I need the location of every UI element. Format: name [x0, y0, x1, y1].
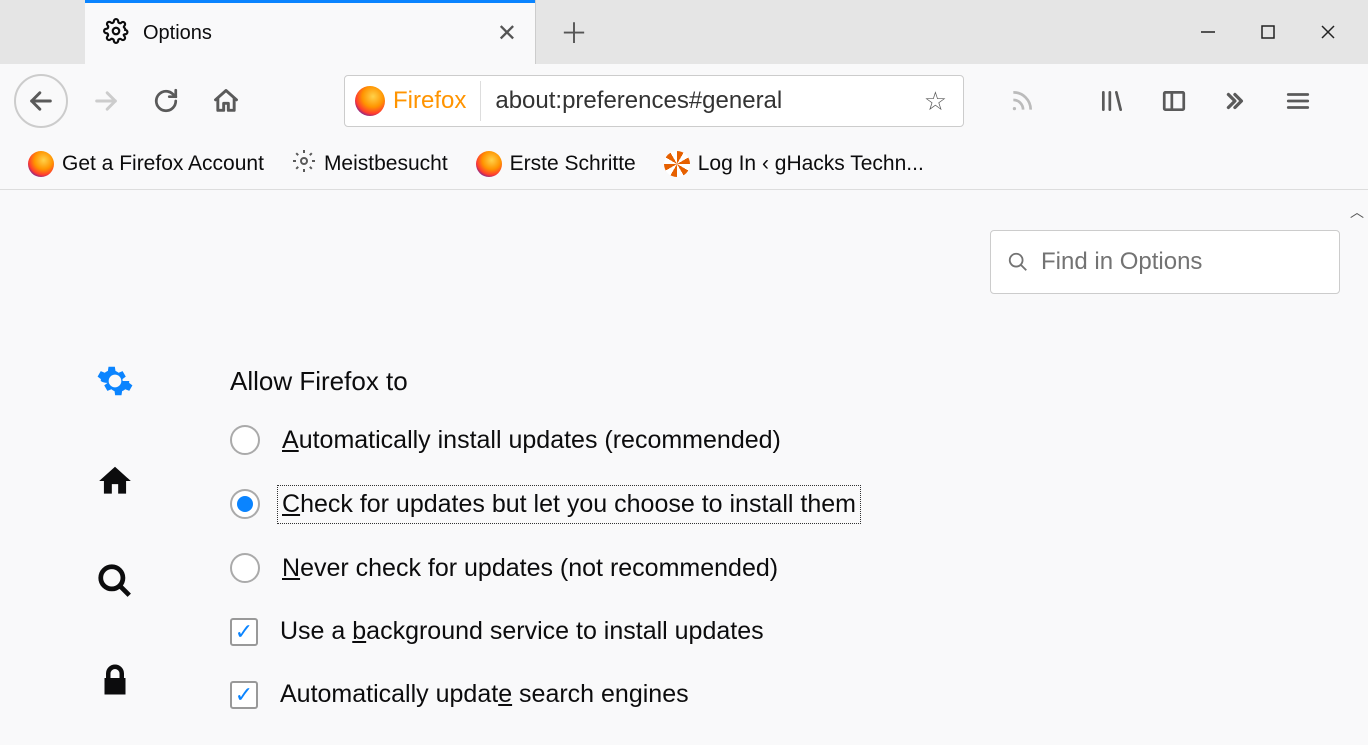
- firefox-logo-icon: [355, 86, 385, 116]
- new-tab-button[interactable]: ＋: [560, 12, 588, 52]
- bookmark-erste-schritte[interactable]: Erste Schritte: [476, 151, 636, 177]
- radio-icon: [230, 425, 260, 455]
- radio-auto-install[interactable]: Automatically install updates (recommend…: [230, 425, 1340, 455]
- radio-label: Automatically install updates (recommend…: [282, 426, 781, 455]
- url-bar[interactable]: Firefox about:preferences#general ☆: [344, 75, 964, 127]
- radio-icon: [230, 489, 260, 519]
- radio-icon: [230, 553, 260, 583]
- back-button[interactable]: [14, 74, 68, 128]
- library-button[interactable]: [1090, 79, 1134, 123]
- tab-bar: Options ✕ ＋: [0, 0, 1368, 64]
- content-area: ︿ Find in Options Allow Firefox to Autom…: [0, 190, 1368, 745]
- bookmark-star-icon[interactable]: ☆: [918, 86, 953, 117]
- sidebar-privacy-icon[interactable]: [94, 660, 136, 702]
- bookmark-label: Erste Schritte: [510, 152, 636, 176]
- home-button[interactable]: [204, 79, 248, 123]
- sidebar-home-icon[interactable]: [94, 460, 136, 502]
- identity-box[interactable]: Firefox: [355, 81, 481, 121]
- radio-label: Check for updates but let you choose to …: [282, 490, 856, 519]
- rss-button[interactable]: [1000, 79, 1044, 123]
- firefox-logo-icon: [28, 151, 54, 177]
- bookmark-ghacks[interactable]: Log In ‹ gHacks Techn...: [664, 151, 924, 177]
- check-background-service[interactable]: ✓ Use a background service to install up…: [230, 617, 1340, 646]
- close-tab-icon[interactable]: ✕: [497, 19, 517, 48]
- new-tab-area: ＋: [535, 0, 1178, 64]
- bookmarks-bar: Get a Firefox Account Meistbesucht Erste…: [0, 138, 1368, 190]
- menu-button[interactable]: [1276, 79, 1320, 123]
- find-in-options[interactable]: Find in Options: [990, 230, 1340, 294]
- ghacks-icon: [664, 151, 690, 177]
- bookmark-label: Meistbesucht: [324, 152, 448, 176]
- preferences-main: Find in Options Allow Firefox to Automat…: [230, 190, 1368, 745]
- radio-check-updates[interactable]: Check for updates but let you choose to …: [230, 489, 1340, 519]
- sidebar-search-icon[interactable]: [94, 560, 136, 602]
- bookmark-firefox-account[interactable]: Get a Firefox Account: [28, 151, 264, 177]
- bookmark-label: Get a Firefox Account: [62, 152, 264, 176]
- window-controls: [1178, 0, 1358, 64]
- forward-button: [84, 79, 128, 123]
- check-label: Automatically update search engines: [280, 680, 689, 709]
- gear-icon: [103, 18, 129, 50]
- radio-never-check[interactable]: Never check for updates (not recommended…: [230, 553, 1340, 583]
- active-tab[interactable]: Options ✕: [85, 0, 535, 64]
- search-placeholder: Find in Options: [1041, 248, 1202, 276]
- tab-title: Options: [143, 22, 212, 45]
- nav-toolbar: Firefox about:preferences#general ☆: [0, 64, 1368, 138]
- bookmark-most-visited[interactable]: Meistbesucht: [292, 149, 448, 179]
- section-heading: Allow Firefox to: [230, 366, 1340, 397]
- minimize-button[interactable]: [1178, 0, 1238, 64]
- preferences-sidebar: [0, 190, 230, 745]
- reload-button[interactable]: [144, 79, 188, 123]
- overflow-button[interactable]: [1214, 79, 1258, 123]
- identity-label: Firefox: [393, 87, 466, 115]
- url-text[interactable]: about:preferences#general: [481, 87, 917, 115]
- sidebar-toggle-button[interactable]: [1152, 79, 1196, 123]
- checkbox-icon: ✓: [230, 618, 258, 646]
- gear-icon: [292, 149, 316, 179]
- close-window-button[interactable]: [1298, 0, 1358, 64]
- bookmark-label: Log In ‹ gHacks Techn...: [698, 152, 924, 176]
- radio-label: Never check for updates (not recommended…: [282, 554, 778, 583]
- check-search-engines[interactable]: ✓ Automatically update search engines: [230, 680, 1340, 709]
- maximize-button[interactable]: [1238, 0, 1298, 64]
- check-label: Use a background service to install upda…: [280, 617, 764, 646]
- firefox-logo-icon: [476, 151, 502, 177]
- sidebar-general-icon[interactable]: [94, 360, 136, 402]
- checkbox-icon: ✓: [230, 681, 258, 709]
